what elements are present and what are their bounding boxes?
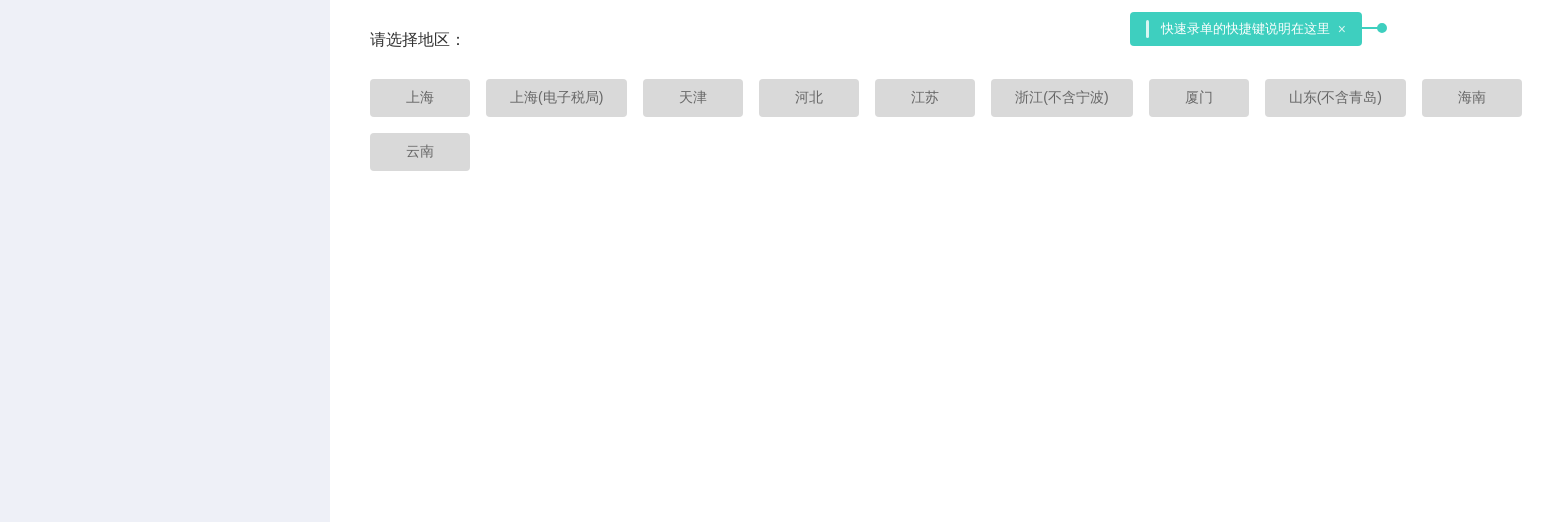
main-content: 请选择地区： 上海上海(电子税局)天津河北江苏浙江(不含宁波)厦门山东(不含青岛…	[330, 0, 1562, 522]
region-button[interactable]: 上海	[370, 79, 470, 117]
tooltip-close-button[interactable]: ×	[1338, 21, 1346, 37]
region-button[interactable]: 山东(不含青岛)	[1265, 79, 1406, 117]
region-button[interactable]: 厦门	[1149, 79, 1249, 117]
region-button[interactable]: 海南	[1422, 79, 1522, 117]
region-button[interactable]: 天津	[643, 79, 743, 117]
tooltip-dot	[1377, 23, 1387, 33]
region-grid: 上海上海(电子税局) 天津河北江苏浙江(不含宁波) 厦门山东(不含青岛) 海南云南	[370, 79, 1522, 171]
region-button[interactable]: 上海(电子税局)	[486, 79, 627, 117]
sidebar	[0, 0, 330, 522]
tooltip-text: 快速录单的快捷键说明在这里	[1161, 20, 1330, 38]
region-button[interactable]: 河北	[759, 79, 859, 117]
region-button[interactable]: 云南	[370, 133, 470, 171]
region-button[interactable]: 江苏	[875, 79, 975, 117]
region-button[interactable]: 浙江(不含宁波)	[991, 79, 1132, 117]
tooltip-bubble: 快速录单的快捷键说明在这里 ×	[1130, 12, 1362, 46]
